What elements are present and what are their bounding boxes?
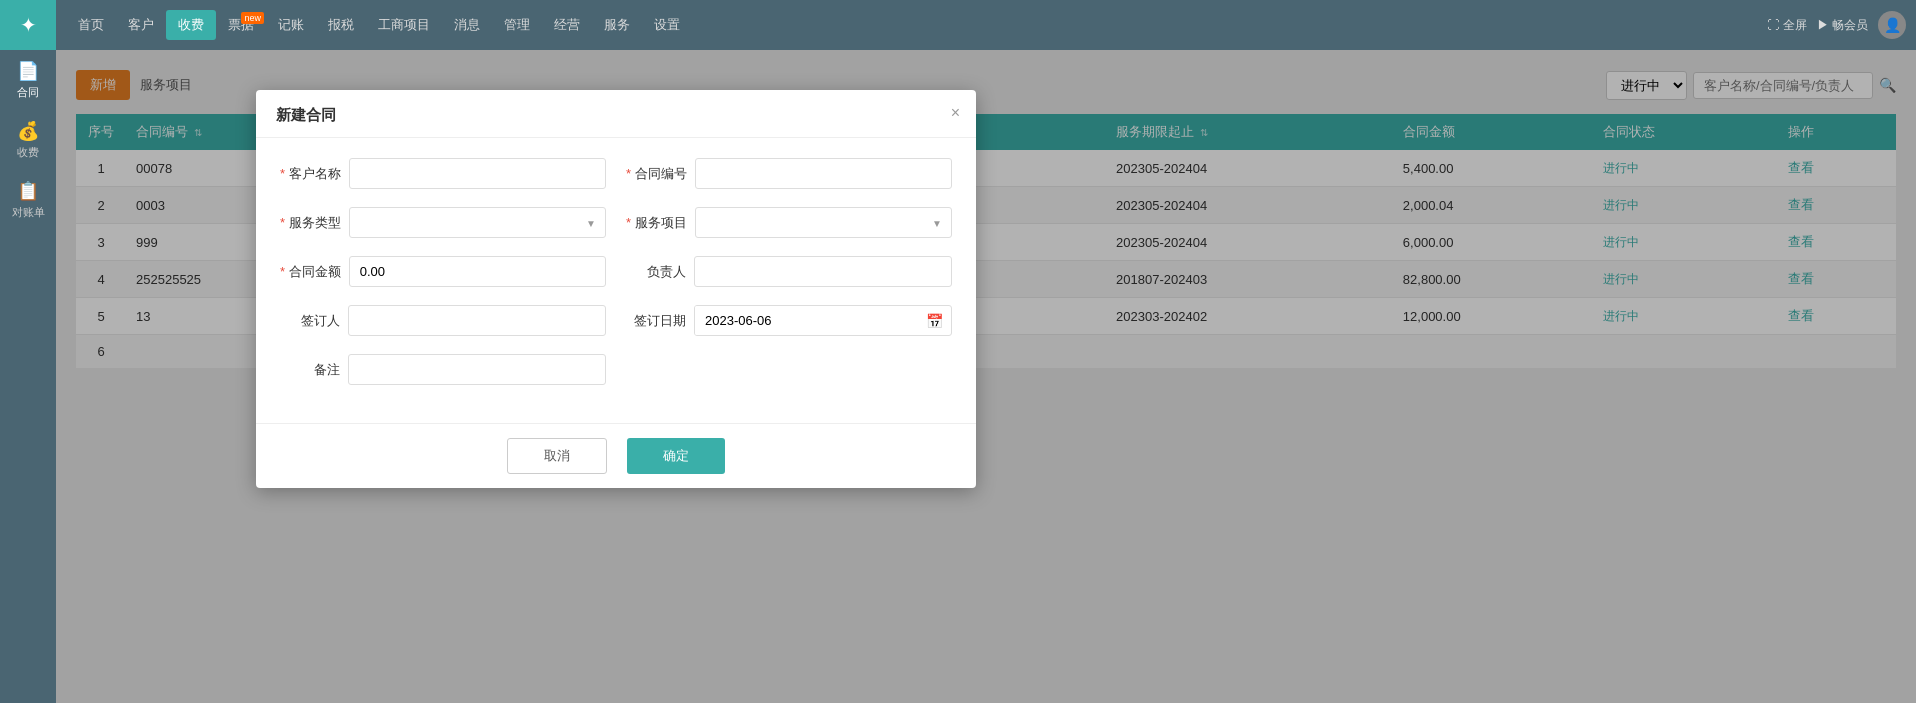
label-client-name: 客户名称 (280, 165, 341, 183)
modal-header: 新建合同 × (256, 90, 976, 138)
sidebar-label-对账单: 对账单 (12, 205, 45, 220)
modal-title: 新建合同 (276, 106, 336, 123)
fee-icon: 💰 (17, 120, 39, 142)
label-amount: 合同金额 (280, 263, 341, 281)
modal-footer: 取消 确定 (256, 423, 976, 488)
form-group-contract-no: 合同编号 (626, 158, 952, 189)
sidebar-label-收费: 收费 (17, 145, 39, 160)
sidebar: ✦ 📄 合同 💰 收费 📋 对账单 (0, 0, 56, 703)
form-group-signer: 签订人 (280, 305, 606, 336)
topnav: 首页 客户 收费 票据 new 记账 报税 工商项目 消息 管理 经营 服务 设… (56, 0, 1916, 50)
sidebar-label-合同: 合同 (17, 85, 39, 100)
confirm-button[interactable]: 确定 (627, 438, 725, 474)
label-service-item: 服务项目 (626, 214, 687, 232)
form-row-4: 签订人 签订日期 📅 (280, 305, 952, 336)
sidebar-item-收费[interactable]: 💰 收费 (0, 110, 56, 170)
form-group-amount: 合同金额 (280, 256, 606, 287)
nav-收费[interactable]: 收费 (166, 10, 216, 40)
sidebar-item-合同[interactable]: 📄 合同 (0, 50, 56, 110)
select-service-type[interactable] (349, 207, 606, 238)
nav-经营[interactable]: 经营 (542, 10, 592, 40)
modal-close-button[interactable]: × (951, 104, 960, 122)
select-service-item[interactable] (695, 207, 952, 238)
calendar-icon[interactable]: 📅 (918, 313, 951, 329)
label-signer: 签订人 (280, 312, 340, 330)
label-sign-date: 签订日期 (626, 312, 686, 330)
form-group-responsible: 负责人 (626, 256, 952, 287)
nav-管理[interactable]: 管理 (492, 10, 542, 40)
label-contract-no: 合同编号 (626, 165, 687, 183)
modal-body: 客户名称 合同编号 服务类型 (256, 138, 976, 423)
input-client-name[interactable] (349, 158, 606, 189)
nav-消息[interactable]: 消息 (442, 10, 492, 40)
nav-报税[interactable]: 报税 (316, 10, 366, 40)
modal-overlay: 新建合同 × 客户名称 合同编号 (56, 50, 1916, 703)
form-row-5: 备注 (280, 354, 952, 385)
form-group-sign-date: 签订日期 📅 (626, 305, 952, 336)
sidebar-item-对账单[interactable]: 📋 对账单 (0, 170, 56, 230)
content-area: 新增 服务项目 进行中 已结束 全部 🔍 序号 (56, 50, 1916, 703)
statement-icon: 📋 (17, 180, 39, 202)
input-amount[interactable] (349, 256, 606, 287)
form-group-remark: 备注 (280, 354, 606, 385)
modal-新建合同: 新建合同 × 客户名称 合同编号 (256, 90, 976, 488)
contract-icon: 📄 (17, 60, 39, 82)
form-row-3: 合同金额 负责人 (280, 256, 952, 287)
member-label[interactable]: ▶ 畅会员 (1817, 17, 1868, 34)
nav-客户[interactable]: 客户 (116, 10, 166, 40)
nav-票据[interactable]: 票据 new (216, 10, 266, 40)
main-area: 首页 客户 收费 票据 new 记账 报税 工商项目 消息 管理 经营 服务 设… (56, 0, 1916, 703)
label-service-type: 服务类型 (280, 214, 341, 232)
nav-设置[interactable]: 设置 (642, 10, 692, 40)
form-row-1: 客户名称 合同编号 (280, 158, 952, 189)
nav-工商项目[interactable]: 工商项目 (366, 10, 442, 40)
service-type-wrapper: ▼ (349, 207, 606, 238)
input-remark[interactable] (348, 354, 606, 385)
input-sign-date[interactable] (695, 306, 918, 335)
label-responsible: 负责人 (626, 263, 686, 281)
cancel-button[interactable]: 取消 (507, 438, 607, 474)
avatar[interactable]: 👤 (1878, 11, 1906, 39)
app-logo: ✦ (0, 0, 56, 50)
input-signer[interactable] (348, 305, 606, 336)
nav-记账[interactable]: 记账 (266, 10, 316, 40)
service-item-wrapper: ▼ (695, 207, 952, 238)
form-group-service-type: 服务类型 ▼ (280, 207, 606, 238)
input-responsible[interactable] (694, 256, 952, 287)
fullscreen-label[interactable]: ⛶ 全屏 (1767, 17, 1806, 34)
nav-服务[interactable]: 服务 (592, 10, 642, 40)
date-input-wrapper: 📅 (694, 305, 952, 336)
topnav-right: ⛶ 全屏 ▶ 畅会员 👤 (1767, 11, 1906, 39)
new-badge: new (241, 12, 264, 24)
form-group-service-item: 服务项目 ▼ (626, 207, 952, 238)
form-group-client: 客户名称 (280, 158, 606, 189)
nav-首页[interactable]: 首页 (66, 10, 116, 40)
form-row-2: 服务类型 ▼ 服务项目 ▼ (280, 207, 952, 238)
label-remark: 备注 (280, 361, 340, 379)
input-contract-no[interactable] (695, 158, 952, 189)
